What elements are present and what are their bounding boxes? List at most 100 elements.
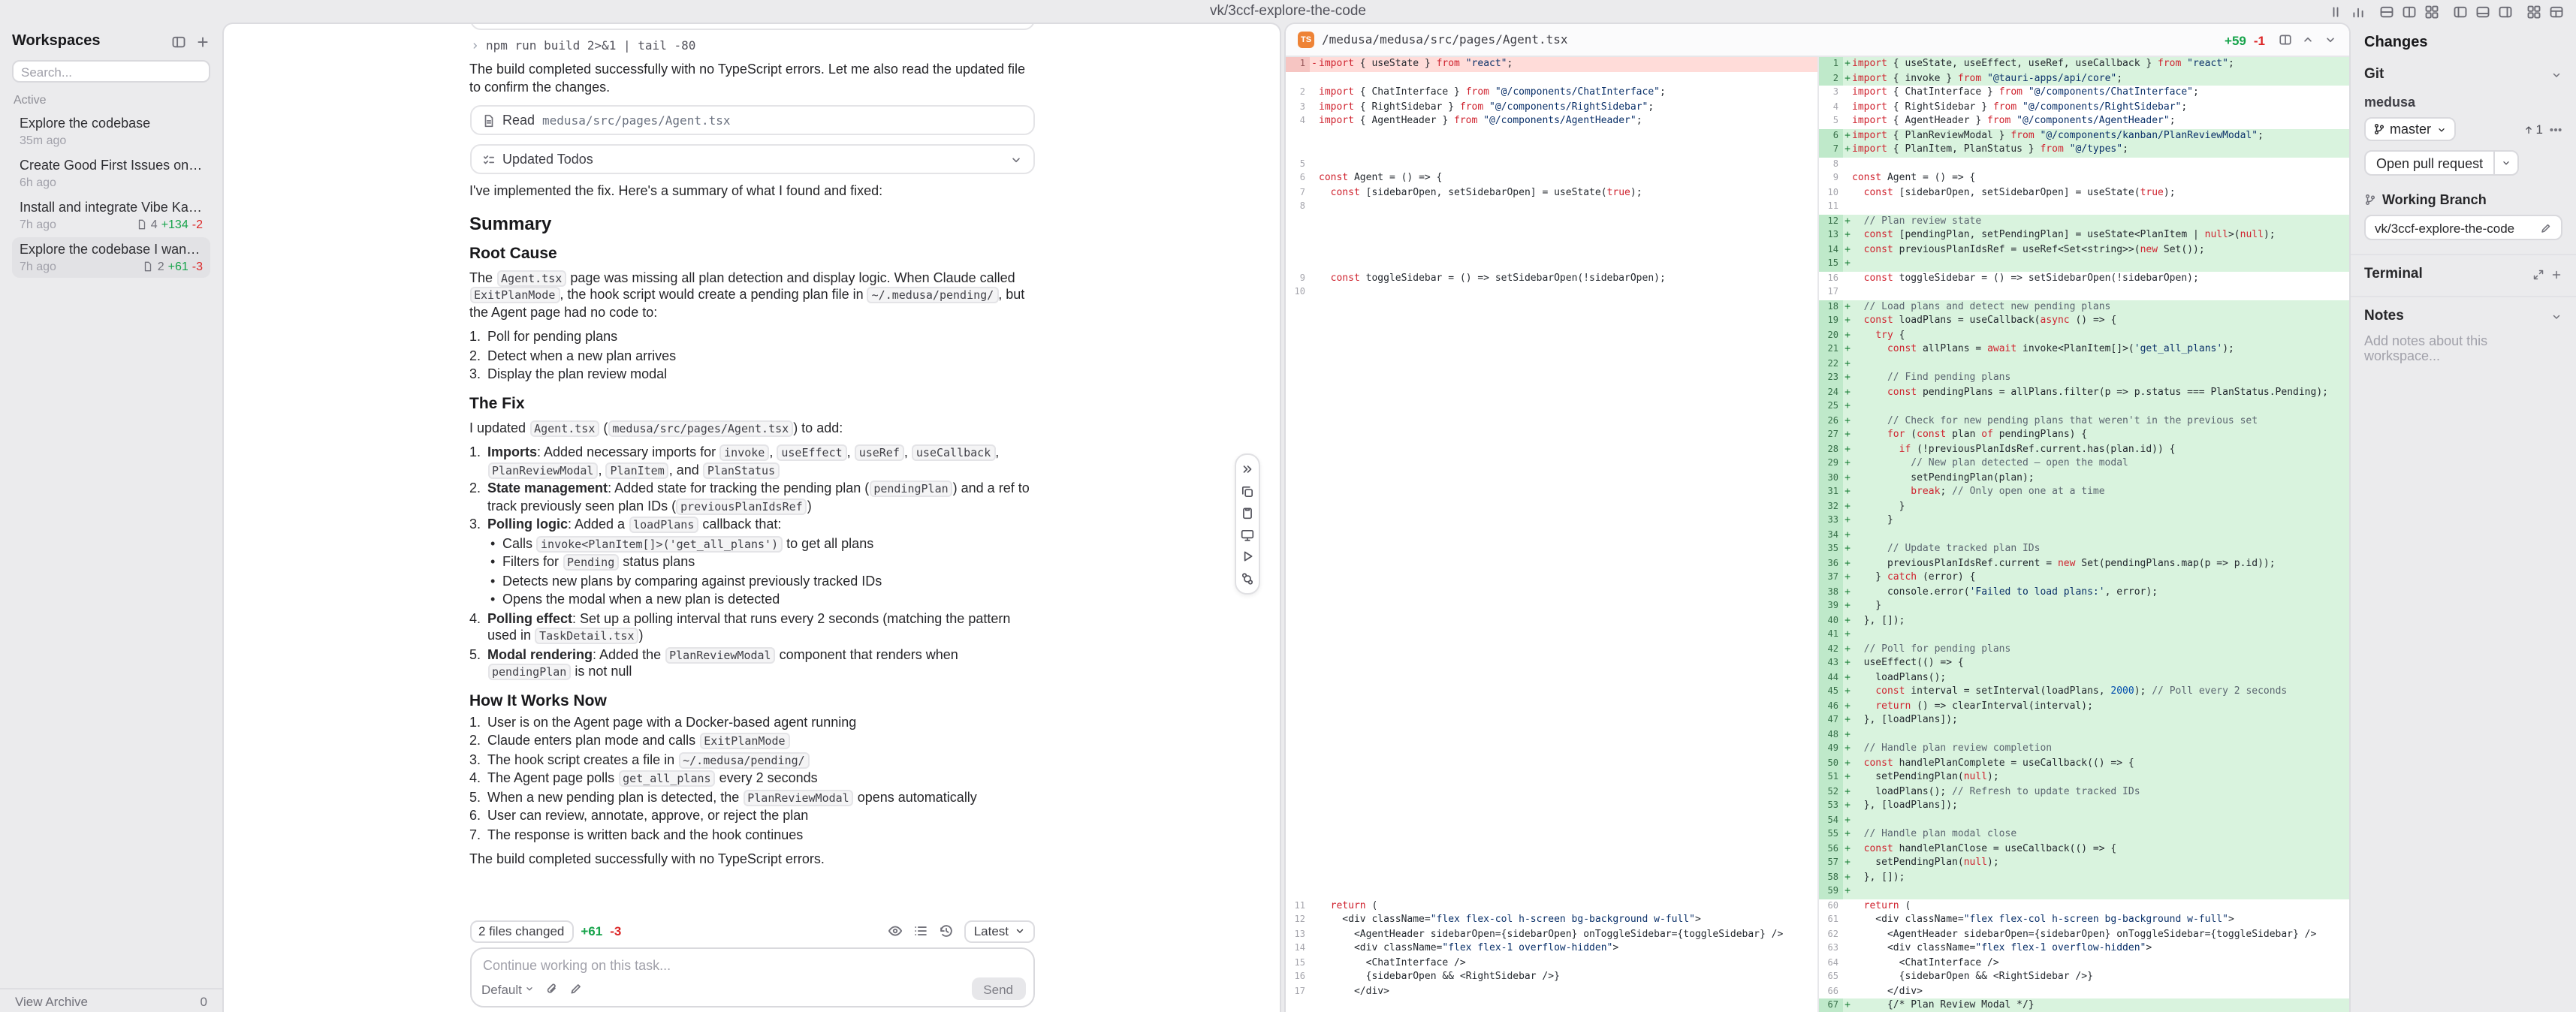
chevron-up-icon[interactable] [2301, 33, 2315, 47]
chart-icon[interactable] [2351, 4, 2366, 19]
pause-icon[interactable] [2328, 4, 2343, 19]
diff-body: 1-import { useState } from "react";2impo… [1286, 57, 2349, 1012]
branch-selector[interactable]: master [2364, 117, 2455, 141]
clipboard-icon[interactable] [1241, 506, 1254, 520]
grid-icon[interactable] [2526, 4, 2541, 19]
terminal-section-header[interactable]: Terminal [2364, 266, 2562, 282]
composer-controls: Default Send [481, 977, 1025, 1000]
diff-row [1286, 371, 1817, 385]
line-number: 17 [1819, 285, 1843, 300]
send-button[interactable]: Send [971, 977, 1025, 1000]
diff-marker [1310, 342, 1319, 357]
chat-scroll-area[interactable]: npm run build 2>&1 | tail -80The build c… [224, 24, 1280, 917]
workspace-item[interactable]: Create Good First Issues on Github So...… [12, 153, 210, 194]
code-line [1852, 528, 2349, 542]
line-number: 37 [1819, 571, 1843, 585]
workspace-item[interactable]: Install and integrate Vibe Kanban Web...… [12, 195, 210, 236]
files-changed-button[interactable]: 2 files changed [469, 920, 573, 942]
inline-code: get_all_plans [618, 770, 715, 787]
diff-row [1286, 71, 1817, 86]
chevron-down-icon[interactable] [2324, 33, 2337, 47]
git-compare-icon[interactable] [1241, 571, 1254, 585]
terminal-command[interactable]: npm run build 2>&1 | tail -80 [469, 39, 1034, 53]
diff-marker: + [1843, 670, 1852, 685]
code-line: break; // Only open one at a time [1852, 485, 2349, 499]
latest-dropdown[interactable]: Latest [965, 920, 1034, 942]
panel-left-icon[interactable] [2453, 4, 2468, 19]
diff-row: 60 return ( [1819, 899, 2349, 913]
diff-row: 37+ } catch (error) { [1819, 571, 2349, 585]
line-number: 10 [1819, 185, 1843, 200]
panel-right-icon[interactable] [2498, 4, 2513, 19]
diff-row: 12+ // Plan review state [1819, 214, 2349, 228]
list-icon[interactable] [914, 923, 929, 938]
eye-icon[interactable] [888, 923, 903, 938]
tool-call-todos[interactable]: Updated Todos [469, 144, 1034, 174]
inline-code: ExitPlanMode [469, 287, 560, 303]
code-line: return () => clearInterval(interval); [1852, 699, 2349, 713]
repo-name: medusa [2364, 95, 2562, 110]
code-line: } catch (error) { [1852, 571, 2349, 585]
line-number: 26 [1819, 414, 1843, 428]
changes-sidebar: Changes Git medusa master 1 [2351, 23, 2576, 1012]
play-icon[interactable] [1241, 550, 1254, 563]
grid-small-icon[interactable] [2424, 4, 2439, 19]
deletions-count: -3 [192, 260, 203, 273]
code-line [1319, 699, 1817, 713]
diff-marker [1310, 456, 1319, 471]
workspace-item[interactable]: Explore the codebase I want you to ex...… [12, 237, 210, 278]
pencil-icon[interactable] [2540, 221, 2552, 233]
open-pr-caret[interactable] [2493, 152, 2517, 174]
titlebar-icon-group [2526, 4, 2564, 19]
list-item: 3.The hook script creates a file in ~/.m… [469, 751, 1034, 769]
collapse-icon[interactable] [1241, 462, 1254, 476]
git-section-header[interactable]: Git [2364, 66, 2562, 83]
branch-row: master 1 [2364, 117, 2562, 141]
search-input[interactable] [12, 60, 210, 83]
rows-icon[interactable] [2379, 4, 2394, 19]
history-icon[interactable] [940, 923, 955, 938]
diff-pane-new[interactable]: 1+import { useState, useEffect, useRef, … [1819, 57, 2349, 1012]
code-line [1319, 314, 1817, 328]
code-line: // New plan detected — open the modal [1852, 456, 2349, 471]
notes-placeholder[interactable]: Add notes about this workspace... [2364, 333, 2562, 363]
new-workspace-button[interactable] [195, 34, 210, 49]
line-number [1286, 770, 1310, 785]
working-branch-input[interactable]: vk/3ccf-explore-the-code [2364, 215, 2562, 240]
open-pr-button[interactable]: Open pull request [2366, 152, 2493, 174]
diff-marker [1310, 927, 1319, 941]
panel-icon[interactable] [171, 34, 186, 49]
message-input[interactable]: Continue working on this task... Default… [469, 947, 1034, 1007]
pen-icon[interactable] [570, 982, 584, 995]
line-number: 51 [1819, 770, 1843, 785]
diff-marker: + [1843, 414, 1852, 428]
view-archive-bar[interactable]: View Archive 0 [0, 988, 222, 1012]
columns-icon[interactable] [2402, 4, 2417, 19]
copy-icon[interactable] [1241, 484, 1254, 498]
code-line: setPendingPlan(null); [1852, 856, 2349, 870]
monitor-icon[interactable] [1241, 528, 1254, 541]
diff-marker: + [1843, 542, 1852, 556]
diff-pane-old[interactable]: 1-import { useState } from "react";2impo… [1286, 57, 1819, 1012]
panel-bottom-icon[interactable] [2475, 4, 2490, 19]
diff-marker: + [1843, 257, 1852, 271]
diff-row: 52+ loadPlans(); // Refresh to update tr… [1819, 785, 2349, 799]
diff-marker [1310, 499, 1319, 514]
diff-marker [1310, 613, 1319, 628]
tool-call-read[interactable]: Readmedusa/src/pages/Agent.tsx [469, 105, 1034, 135]
columns-icon[interactable] [2279, 33, 2292, 47]
diff-marker [1843, 927, 1852, 941]
model-dropdown[interactable]: Default [481, 981, 535, 996]
more-menu-button[interactable] [2549, 122, 2562, 136]
paperclip-icon[interactable] [546, 982, 560, 995]
notes-section-header[interactable]: Notes [2364, 308, 2562, 324]
new-terminal-button[interactable] [2550, 268, 2562, 280]
collapsed-block[interactable] [469, 24, 1034, 30]
diff-row: 11 return ( [1286, 899, 1817, 913]
line-number [1286, 727, 1310, 742]
layout-icon[interactable] [2549, 4, 2564, 19]
diff-row: 31+ break; // Only open one at a time [1819, 485, 2349, 499]
workspace-item[interactable]: Explore the codebase35m ago [12, 111, 210, 152]
line-number [1286, 357, 1310, 371]
maximize-icon[interactable] [2532, 268, 2544, 280]
